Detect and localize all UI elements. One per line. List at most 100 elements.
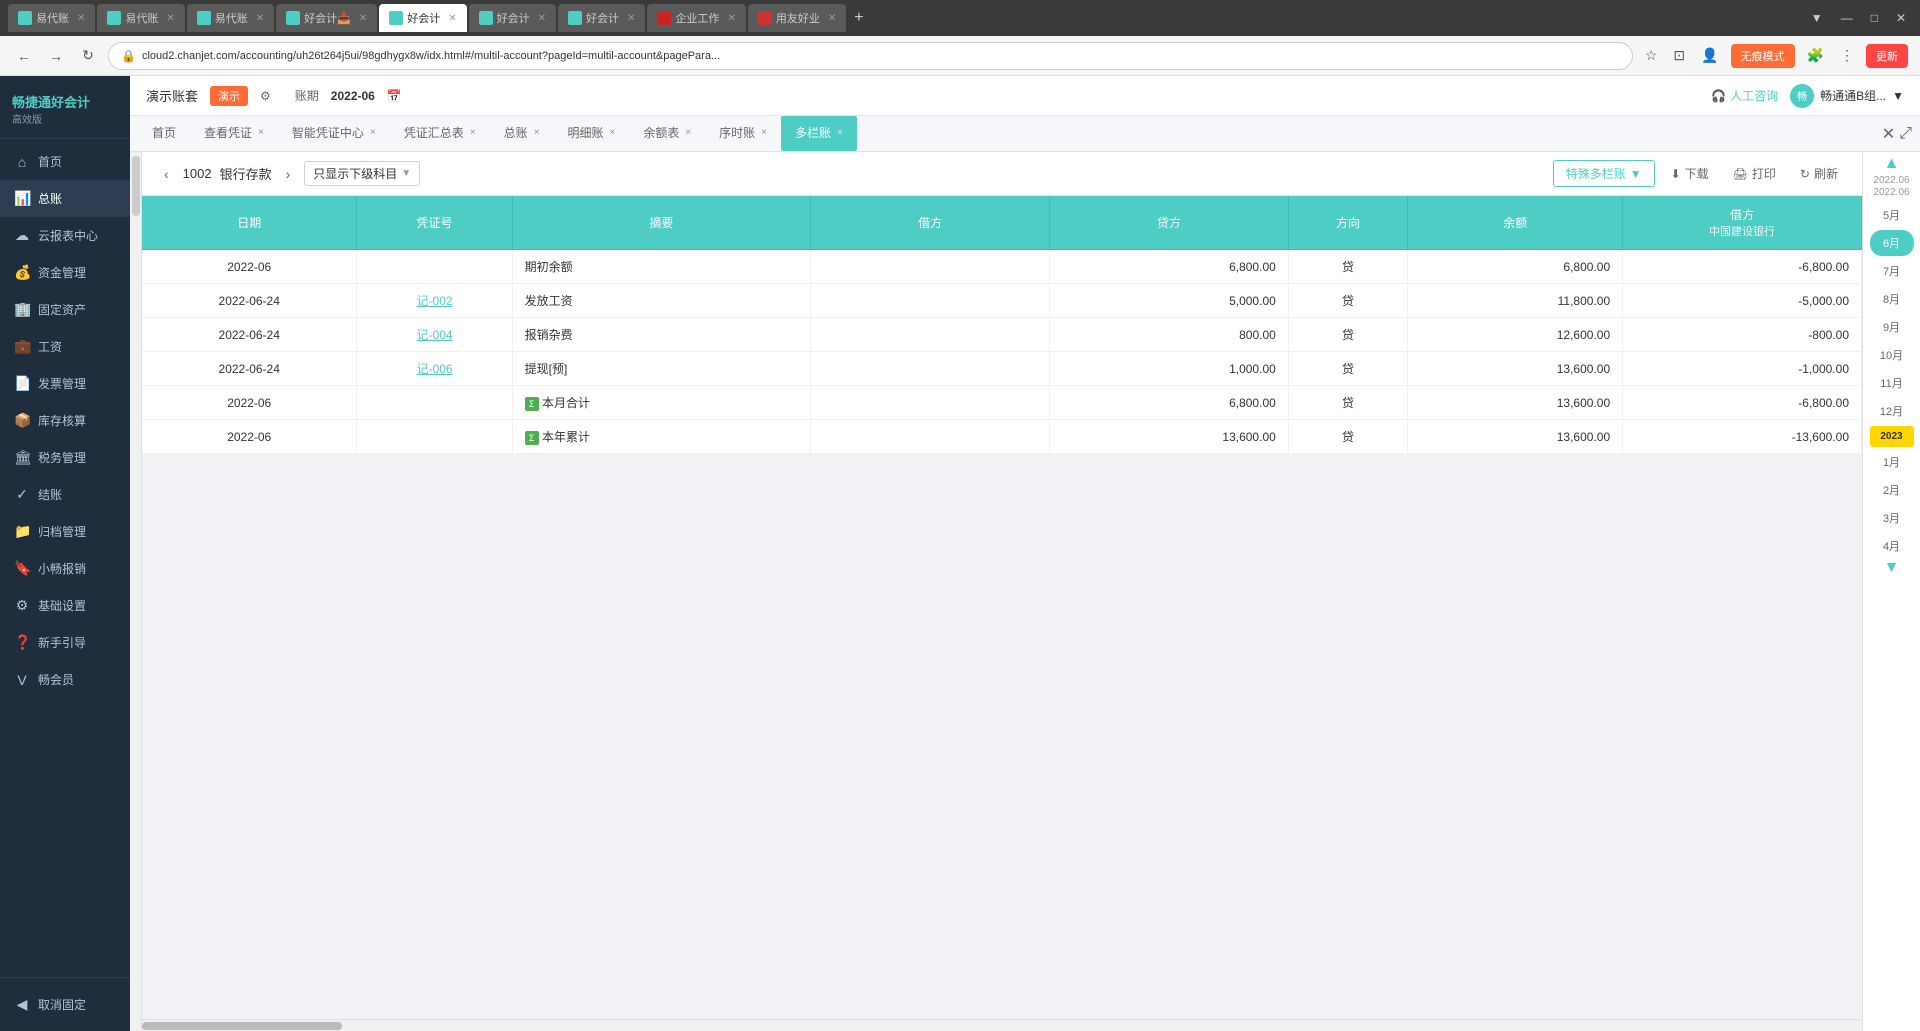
date-nav-sep-2022[interactable]: 9月 [1870, 314, 1914, 340]
url-bar[interactable]: 🔒 cloud2.chanjet.com/accounting/uh26t264… [108, 42, 1633, 70]
date-nav-jul-2022[interactable]: 7月 [1870, 258, 1914, 284]
browser-tab-2[interactable]: 易代账 ✕ [97, 4, 184, 32]
tab-view-voucher[interactable]: 查看凭证 × [190, 116, 278, 151]
menu-icon[interactable]: ⋮ [1836, 43, 1858, 68]
date-nav-aug-2022[interactable]: 8月 [1870, 286, 1914, 312]
browser-tab-9[interactable]: 用友好业 ✕ [748, 4, 846, 32]
tab-smart-voucher[interactable]: 智能凭证中心 × [278, 116, 390, 151]
cell-voucher-4[interactable]: 记-006 [357, 352, 512, 386]
calendar-icon[interactable]: 📅 [387, 89, 402, 103]
tab-close-8[interactable]: ✕ [727, 13, 735, 24]
date-nav-up-arrow[interactable]: ▲ [1884, 156, 1900, 172]
close-window-button[interactable]: ✕ [1890, 9, 1912, 27]
sidebar-item-archive[interactable]: 📁 归档管理 [0, 513, 130, 550]
print-button[interactable]: 🖨 打印 [1725, 160, 1784, 187]
tab-close-7[interactable]: ✕ [627, 13, 635, 24]
special-multi-col-button[interactable]: 特殊多栏账 ▼ [1553, 160, 1655, 187]
prev-account-button[interactable]: ‹ [158, 164, 175, 184]
tab-close-view-voucher[interactable]: × [258, 127, 264, 138]
date-nav-oct-2022[interactable]: 10月 [1870, 342, 1914, 368]
next-account-button[interactable]: › [280, 164, 297, 184]
date-nav-may-2022[interactable]: 5月 [1870, 202, 1914, 228]
new-tab-button[interactable]: + [848, 9, 869, 27]
tab-close-multi-column[interactable]: × [837, 127, 843, 138]
date-nav-dec-2022[interactable]: 12月 [1870, 398, 1914, 424]
tab-home[interactable]: 首页 [138, 116, 190, 151]
cell-voucher-3[interactable]: 记-004 [357, 318, 512, 352]
tab-close-general-ledger[interactable]: × [534, 127, 540, 138]
tab-close-9[interactable]: ✕ [828, 13, 836, 24]
download-icon: ⬇ [1671, 167, 1681, 181]
tab-detail-ledger[interactable]: 明细账 × [553, 116, 629, 151]
browser-tab-7[interactable]: 好会计 ✕ [558, 4, 645, 32]
tab-balance-sheet[interactable]: 余额表 × [629, 116, 705, 151]
sidebar-item-funds[interactable]: 💰 资金管理 [0, 254, 130, 291]
tab-close-6[interactable]: ✕ [538, 13, 546, 24]
forward-button[interactable]: → [44, 44, 68, 68]
date-nav-apr-2023[interactable]: 4月 [1870, 533, 1914, 559]
tab-close-2[interactable]: ✕ [166, 13, 174, 24]
wuhen-button[interactable]: 无痕模式 [1731, 44, 1795, 68]
close-tab-panel-button[interactable]: ✕ [1882, 124, 1895, 144]
refresh-button[interactable]: ↻ 刷新 [1792, 160, 1846, 187]
sidebar-item-close-account[interactable]: ✓ 结账 [0, 476, 130, 513]
tab-close-5[interactable]: ✕ [448, 13, 456, 24]
user-info[interactable]: 畅 畅通通B组... ▼ [1790, 84, 1904, 108]
tab-dropdown-button[interactable]: ▼ [1805, 9, 1829, 27]
browser-tab-6[interactable]: 好会计 ✕ [469, 4, 556, 32]
bottom-scrollbar[interactable] [142, 1019, 1862, 1031]
expand-tab-panel-button[interactable]: ⤢ [1899, 124, 1912, 144]
tab-close-3[interactable]: ✕ [256, 13, 264, 24]
bookmark-star-icon[interactable]: ☆ [1641, 43, 1662, 68]
extensions-icon[interactable]: 🧩 [1803, 43, 1828, 68]
update-button[interactable]: 更新 [1866, 44, 1908, 68]
date-nav-jun-2022[interactable]: 6月 [1870, 230, 1914, 256]
sidebar-item-guide[interactable]: ❓ 新手引导 [0, 624, 130, 661]
sidebar-item-settings[interactable]: ⚙ 基础设置 [0, 587, 130, 624]
browser-tab-5[interactable]: 好会计 ✕ [379, 4, 466, 32]
sidebar-item-tax[interactable]: 🏛 税务管理 [0, 439, 130, 476]
sidebar-item-fixed-assets[interactable]: 🏢 固定资产 [0, 291, 130, 328]
tab-chronological[interactable]: 序时账 × [705, 116, 781, 151]
tab-general-ledger[interactable]: 总账 × [490, 116, 554, 151]
sidebar-item-inventory[interactable]: 📦 库存核算 [0, 402, 130, 439]
filter-dropdown[interactable]: 只显示下级科目 ▼ [304, 161, 420, 186]
date-nav-feb-2023[interactable]: 2月 [1870, 477, 1914, 503]
date-nav-jan-2023[interactable]: 1月 [1870, 449, 1914, 475]
tab-voucher-summary[interactable]: 凭证汇总表 × [390, 116, 490, 151]
browser-tab-8[interactable]: 企业工作 ✕ [647, 4, 745, 32]
minimize-button[interactable]: — [1835, 9, 1859, 27]
back-button[interactable]: ← [12, 44, 36, 68]
split-screen-icon[interactable]: ⊡ [1669, 43, 1689, 68]
browser-tab-1[interactable]: 易代账 ✕ [8, 4, 95, 32]
tab-close-voucher-summary[interactable]: × [470, 127, 476, 138]
sidebar-item-ledger[interactable]: 📊 总账 [0, 180, 130, 217]
sidebar-item-cloud-reports[interactable]: ☁ 云报表中心 [0, 217, 130, 254]
sidebar-item-payroll[interactable]: 💼 工资 [0, 328, 130, 365]
date-nav-down-arrow[interactable]: ▼ [1884, 560, 1900, 576]
date-nav-mar-2023[interactable]: 3月 [1870, 505, 1914, 531]
unpin-button[interactable]: ◀ 取消固定 [0, 986, 130, 1023]
tab-close-4[interactable]: ✕ [359, 13, 367, 24]
download-button[interactable]: ⬇ 下载 [1663, 160, 1717, 187]
settings-gear-icon[interactable]: ⚙ [260, 89, 271, 103]
tab-close-balance-sheet[interactable]: × [685, 127, 691, 138]
tab-close-1[interactable]: ✕ [77, 13, 85, 24]
refresh-page-button[interactable]: ↻ [76, 44, 100, 68]
browser-tab-4[interactable]: 好会计📥 ✕ [276, 4, 377, 32]
sidebar-item-invoice[interactable]: 📄 发票管理 [0, 365, 130, 402]
tab-multi-column[interactable]: 多栏账 × [781, 116, 857, 151]
tab-close-chronological[interactable]: × [761, 127, 767, 138]
maximize-button[interactable]: □ [1865, 9, 1884, 27]
left-scrollbar[interactable] [130, 152, 142, 1031]
sidebar-item-member[interactable]: V 畅会员 [0, 661, 130, 698]
consult-button[interactable]: 🎧 人工咨询 [1711, 87, 1778, 104]
date-nav-nov-2022[interactable]: 11月 [1870, 370, 1914, 396]
tab-close-detail-ledger[interactable]: × [609, 127, 615, 138]
browser-tab-3[interactable]: 易代账 ✕ [187, 4, 274, 32]
sidebar-item-home[interactable]: ⌂ 首页 [0, 143, 130, 180]
sidebar-item-expense[interactable]: 🔖 小畅报销 [0, 550, 130, 587]
cell-voucher-2[interactable]: 记-002 [357, 284, 512, 318]
user-profile-icon[interactable]: 👤 [1697, 43, 1722, 68]
tab-close-smart-voucher[interactable]: × [370, 127, 376, 138]
